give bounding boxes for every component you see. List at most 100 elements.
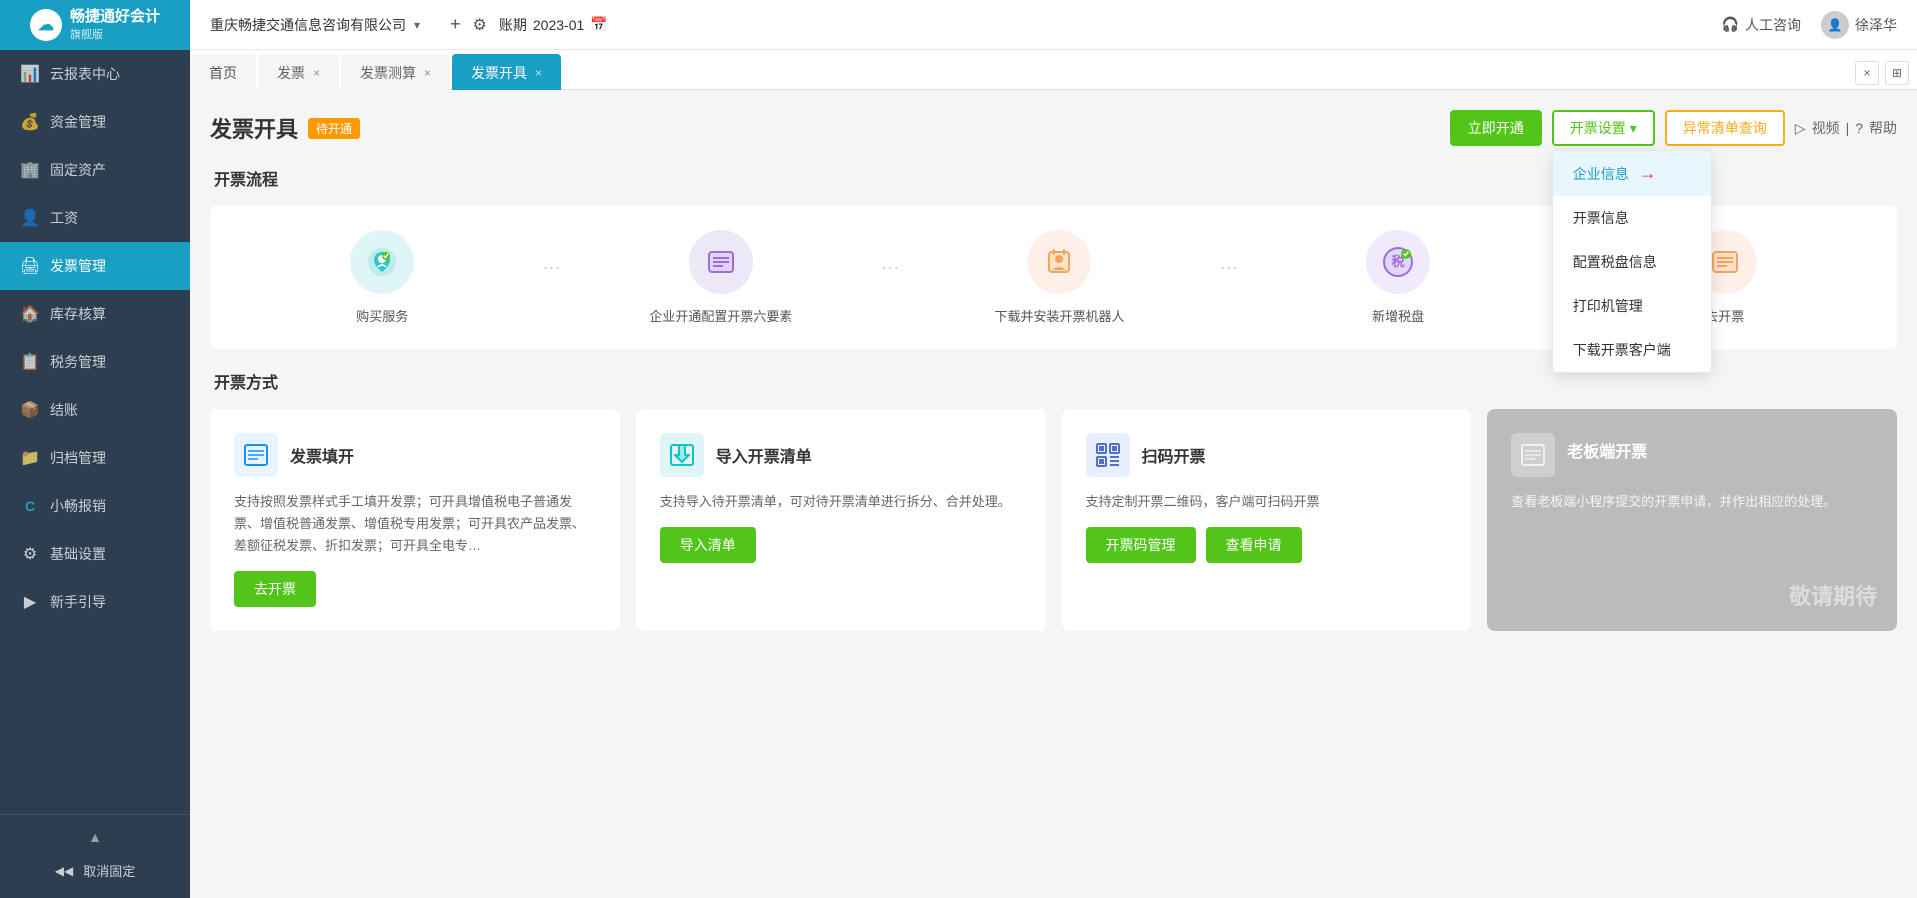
user-avatar: 👤 (1821, 11, 1849, 39)
page-header: 发票开具 待开通 立即开通 开票设置 ▾ 企业信息 (210, 110, 1897, 146)
consultant-btn[interactable]: 🎧 人工咨询 (1722, 15, 1801, 35)
sidebar-item-accounting[interactable]: 📦 结账 (0, 386, 190, 434)
settings-icon[interactable]: ⚙ (473, 15, 487, 35)
flow-arrow-1: ··· (535, 257, 569, 278)
billing-methods: 发票填开 支持按照发票样式手工填开发票；可开具增值税电子普通发票、增值税普通发票… (210, 409, 1897, 631)
abnormal-list-btn[interactable]: 异常清单查询 (1665, 110, 1785, 146)
dropdown-item-invoice-info[interactable]: 开票信息 (1553, 196, 1711, 240)
flow-step-3-label: 下载并安装开票机器人 (994, 306, 1124, 325)
flow-arrow-3: ··· (1212, 257, 1246, 278)
sidebar-item-label: 小畅报销 (50, 496, 106, 516)
tab-fullscreen-btn[interactable]: ⊞ (1885, 61, 1909, 85)
flow-step-4-label: 新增税盘 (1372, 306, 1424, 325)
billing-card-boss: 老板端开票 查看老板端小程序提交的开票申请，并作出相应的处理。 敬请期待 (1487, 409, 1897, 631)
sidebar-item-fund-mgmt[interactable]: 💰 资金管理 (0, 98, 190, 146)
scan-title: 扫码开票 (1142, 443, 1206, 467)
calendar-icon[interactable]: 📅 (590, 16, 607, 33)
sidebar-item-invoice-mgmt[interactable]: 🖨 发票管理 (0, 242, 190, 290)
flow-step-1: 购买服务 (230, 230, 535, 325)
user-menu[interactable]: 👤 徐泽华 (1821, 11, 1897, 39)
sidebar-item-fixed-assets[interactable]: 🏢 固定资产 (0, 146, 190, 194)
settings-dropdown: 企业信息 → 开票信息 配置税盘信息 打印机管理 (1552, 150, 1712, 373)
invoice-mgmt-icon: 🖨 (20, 256, 40, 276)
report-sales-icon: C (20, 498, 40, 514)
billing-card-import: 导入开票清单 支持导入待开票清单，可对待开票清单进行拆分、合并处理。 导入清单 (636, 409, 1046, 631)
tab-home[interactable]: 首页 (190, 54, 256, 90)
help-area: ▷ 视频 | ? 帮助 (1795, 118, 1897, 138)
boss-invoice-icon (1511, 433, 1555, 477)
flow-step-2: 企业开通配置开票六要素 (569, 230, 874, 325)
flow-step-3-icon (1027, 230, 1091, 294)
boss-title: 老板端开票 (1567, 438, 1647, 462)
tab-invoice-calc[interactable]: 发票测算 × (341, 54, 450, 90)
company-dropdown-icon[interactable]: ▾ (414, 18, 420, 32)
disabled-text: 敬请期待 (1789, 579, 1877, 611)
salary-icon: 👤 (20, 208, 40, 228)
settings-btn[interactable]: 开票设置 ▾ (1552, 110, 1655, 146)
sidebar-scroll-up[interactable]: ▲ (0, 823, 190, 851)
sidebar-item-label: 税务管理 (50, 352, 106, 372)
flow-step-2-label: 企业开通配置开票六要素 (649, 306, 792, 325)
company-area[interactable]: 重庆畅捷交通信息咨询有限公司 ▾ (190, 15, 440, 35)
dropdown-item-download-client[interactable]: 下载开票客户端 (1553, 328, 1711, 372)
top-right: 🎧 人工咨询 👤 徐泽华 (1722, 11, 1917, 39)
sidebar-item-label: 云报表中心 (50, 64, 120, 84)
sidebar-item-inventory[interactable]: 🏠 库存核算 (0, 290, 190, 338)
tab-invoice-issue[interactable]: 发票开具 × (452, 54, 561, 90)
manual-go-btn[interactable]: 去开票 (234, 571, 316, 607)
add-company-btn[interactable]: + (450, 14, 461, 35)
import-desc: 支持导入待开票清单，可对待开票清单进行拆分、合并处理。 (660, 491, 1022, 513)
sidebar-item-label: 结账 (50, 400, 78, 420)
flow-step-1-label: 购买服务 (356, 306, 408, 325)
tab-close-invoice-calc[interactable]: × (424, 66, 431, 80)
sidebar-item-tax-mgmt[interactable]: 📋 税务管理 (0, 338, 190, 386)
flow-step-4: 税 新增税盘 (1246, 230, 1551, 325)
new-guide-icon: ▶ (20, 592, 40, 612)
sidebar-item-salary[interactable]: 👤 工资 (0, 194, 190, 242)
help-icon: ? (1855, 120, 1863, 136)
page-content: 发票开具 待开通 立即开通 开票设置 ▾ 企业信息 (190, 90, 1917, 898)
sidebar-item-basic-settings[interactable]: ⚙ 基础设置 (0, 530, 190, 578)
sidebar-item-label: 资金管理 (50, 112, 106, 132)
billing-section: 开票方式 发票填开 支持按照发票样式手工填开发票；可开具增值税电子普通发票、增值… (210, 369, 1897, 631)
qr-manage-btn[interactable]: 开票码管理 (1086, 527, 1196, 563)
inventory-icon: 🏠 (20, 304, 40, 324)
view-apply-btn[interactable]: 查看申请 (1206, 527, 1302, 563)
page-title: 发票开具 (210, 112, 298, 144)
import-btn[interactable]: 导入清单 (660, 527, 756, 563)
tab-close-invoice-issue[interactable]: × (535, 66, 542, 80)
app-edition: 旗舰版 (70, 26, 160, 42)
sidebar-item-new-guide[interactable]: ▶ 新手引导 (0, 578, 190, 626)
dropdown-item-printer[interactable]: 打印机管理 (1553, 284, 1711, 328)
fund-mgmt-icon: 💰 (20, 112, 40, 132)
sidebar-item-label: 发票管理 (50, 256, 106, 276)
tab-close-invoice[interactable]: × (313, 66, 320, 80)
scan-btns: 开票码管理 查看申请 (1086, 527, 1448, 563)
period-area: 账期 2023-01 📅 (499, 15, 608, 35)
tab-invoice[interactable]: 发票 × (258, 54, 339, 90)
sidebar-item-report-sales[interactable]: C 小畅报销 (0, 482, 190, 530)
accounting-icon: 📦 (20, 400, 40, 420)
basic-settings-icon: ⚙ (20, 544, 40, 564)
manual-desc: 支持按照发票样式手工填开发票；可开具增值税电子普通发票、增值税普通发票、增值税专… (234, 491, 596, 557)
top-actions: + ⚙ 账期 2023-01 📅 (440, 14, 618, 35)
sidebar: 📊 云报表中心 💰 资金管理 🏢 固定资产 👤 工资 🖨 发票管理 🏠 (0, 50, 190, 898)
cancel-fixed-btn[interactable]: ◀◀ 取消固定 (0, 851, 190, 890)
sidebar-item-label: 固定资产 (50, 160, 106, 180)
cancel-fixed-label: 取消固定 (83, 861, 135, 880)
cloud-report-icon: 📊 (20, 64, 40, 84)
dropdown-item-company-info[interactable]: 企业信息 → (1553, 151, 1711, 196)
logo-icon: ☁ (30, 9, 62, 41)
dropdown-item-tax-disk[interactable]: 配置税盘信息 (1553, 240, 1711, 284)
billing-card-manual: 发票填开 支持按照发票样式手工填开发票；可开具增值税电子普通发票、增值税普通发票… (210, 409, 620, 631)
sidebar-item-label: 库存核算 (50, 304, 106, 324)
sidebar-item-cloud-report[interactable]: 📊 云报表中心 (0, 50, 190, 98)
flow-step-3: 下载并安装开票机器人 (907, 230, 1212, 325)
video-play-icon[interactable]: ▷ (1795, 120, 1806, 137)
sidebar-item-archive[interactable]: 📁 归档管理 (0, 434, 190, 482)
activate-btn[interactable]: 立即开通 (1450, 110, 1542, 146)
sidebar-item-label: 归档管理 (50, 448, 106, 468)
sidebar-item-label: 新手引导 (50, 592, 106, 612)
tab-close-all-btn[interactable]: × (1855, 61, 1879, 85)
billing-card-scan-header: 扫码开票 (1086, 433, 1448, 477)
